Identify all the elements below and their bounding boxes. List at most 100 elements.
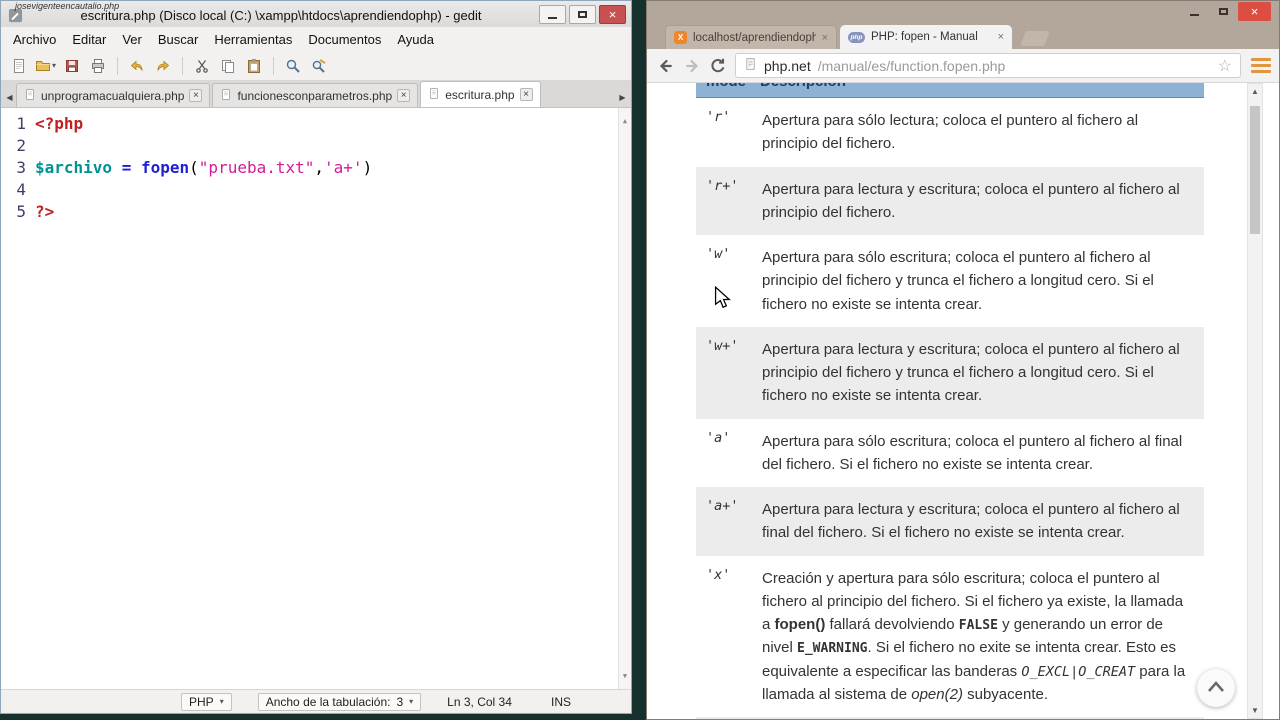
menu-editar[interactable]: Editar (64, 29, 114, 50)
cursor-position: Ln 3, Col 34 (447, 694, 512, 709)
cut-icon[interactable] (190, 54, 214, 78)
minimize-icon (1190, 13, 1199, 16)
text-segment: open(2) (911, 685, 963, 703)
description-cell: Apertura para lectura y escritura; coloc… (748, 167, 1204, 236)
code-line: 4 (1, 179, 631, 201)
maximize-button[interactable] (569, 4, 596, 24)
table-rows: 'r' Apertura para sólo lectura; coloca el… (696, 98, 1204, 719)
language-selector[interactable]: PHP ▾ (181, 692, 232, 711)
scroll-up-icon[interactable]: ▲ (1248, 87, 1262, 96)
redo-icon[interactable] (151, 54, 175, 78)
bookmark-star-icon[interactable]: ☆ (1218, 56, 1232, 76)
code-line: 2 (1, 135, 631, 157)
editor-tab[interactable]: escritura.php × (420, 81, 541, 107)
new-document-icon[interactable] (7, 54, 31, 78)
back-icon[interactable] (655, 55, 677, 77)
menu-herramientas[interactable]: Herramientas (206, 29, 300, 50)
tab-label: unprogramacualquiera.php (41, 88, 185, 103)
code-token: ( (189, 158, 199, 177)
text-segment: Apertura para sólo lectura; coloca el pu… (762, 112, 1139, 153)
language-value: PHP (189, 694, 214, 709)
editor-tab[interactable]: funcionesconparametros.php × (212, 83, 419, 107)
tab-close-icon[interactable]: × (998, 31, 1004, 43)
mode-cell: 'x' (706, 566, 731, 583)
line-number: 5 (16, 202, 26, 221)
code-token: ?> (35, 202, 55, 221)
tab-scroll-left-icon[interactable]: ◀ (3, 87, 16, 107)
table-header: mode Descripción (696, 83, 1204, 98)
table-row: 'a+' Apertura para lectura y escritura; c… (696, 487, 1204, 556)
menu-archivo[interactable]: Archivo (5, 29, 64, 50)
nav-buttons (655, 55, 729, 77)
reload-icon[interactable] (707, 55, 729, 77)
page-scrollbar[interactable]: ▲ ▼ (1247, 83, 1263, 719)
tab-close-icon[interactable]: × (189, 89, 203, 102)
code-line: 1 <?php (1, 113, 631, 135)
text-segment: Apertura para lectura y escritura; coloc… (762, 340, 1180, 405)
forward-icon[interactable] (681, 55, 703, 77)
menu-ayuda[interactable]: Ayuda (389, 29, 442, 50)
browser-tabstrip: Xlocalhost/aprendiendophp × php PHP: fopen … (647, 23, 1279, 49)
scroll-down-icon[interactable]: ▼ (623, 665, 627, 687)
find-replace-icon[interactable] (307, 54, 331, 78)
scrollbar-thumb[interactable] (1250, 106, 1260, 234)
tab-width-selector[interactable]: Ancho de la tabulación: 3 ▾ (257, 692, 422, 711)
menu-ver[interactable]: Ver (114, 29, 150, 50)
scroll-down-icon[interactable]: ▼ (1248, 706, 1262, 715)
chevron-down-icon[interactable]: ▾ (52, 61, 56, 70)
address-bar[interactable]: php.net /manual/es/function.fopen.php ☆ (735, 53, 1241, 78)
code-text: ?> (35, 201, 54, 223)
table-row: 'w+' Apertura para lectura y escritura; c… (696, 326, 1204, 419)
description-cell: Apertura para sólo lectura; coloca el pu… (748, 98, 1204, 167)
scroll-to-top-button[interactable] (1197, 669, 1235, 707)
menu-documentos[interactable]: Documentos (300, 29, 389, 50)
mode-cell: 'a' (706, 429, 731, 446)
table-row: 'r' Apertura para sólo lectura; coloca el… (696, 98, 1204, 167)
code-editor[interactable]: 1 <?php 2 3 $archivo = fopen("prueba.txt",'a… (1, 108, 631, 689)
close-button[interactable]: × (599, 4, 626, 24)
browser-tab[interactable]: Xlocalhost/aprendiendophp × (665, 25, 837, 49)
mode-cell: 'r' (706, 109, 731, 125)
browser-tab[interactable]: php PHP: fopen - Manual × (840, 25, 1012, 49)
find-icon[interactable] (281, 54, 305, 78)
undo-icon[interactable] (125, 54, 149, 78)
scroll-up-icon[interactable]: ▲ (623, 110, 627, 132)
toolbar-separator (182, 56, 184, 75)
new-tab-button[interactable] (1020, 31, 1050, 46)
code-token: 'a+' (324, 158, 363, 177)
code-text: $archivo = fopen("prueba.txt",'a+') (35, 157, 372, 179)
open-file-icon[interactable]: ▾ (33, 54, 58, 78)
minimize-button[interactable] (539, 4, 566, 24)
text-segment: FALSE (958, 618, 998, 633)
tab-close-icon[interactable]: × (519, 88, 533, 101)
line-number: 2 (16, 136, 26, 155)
background-window-title: josevigenteencautalio.php (15, 1, 120, 11)
mode-cell: 'w+' (706, 337, 739, 354)
copy-icon[interactable] (216, 54, 240, 78)
text-segment: fopen() (774, 616, 826, 633)
menu-buscar[interactable]: Buscar (150, 29, 206, 50)
tab-scroll-right-icon[interactable]: ▶ (616, 87, 629, 107)
editor-scrollbar[interactable]: ▲ ▼ (618, 108, 631, 689)
paste-icon[interactable] (242, 54, 266, 78)
browser-titlebar[interactable]: × (647, 1, 1279, 23)
print-icon[interactable] (86, 54, 110, 78)
tab-close-icon[interactable]: × (822, 32, 828, 44)
close-button[interactable]: × (1238, 2, 1271, 21)
save-icon[interactable] (60, 54, 84, 78)
table-row: 'r+' Apertura para lectura y escritura; c… (696, 166, 1204, 236)
menu-hamburger-icon[interactable] (1251, 58, 1271, 73)
description-cell: Apertura para sólo escritura; coloca el … (748, 235, 1204, 327)
minimize-button[interactable] (1180, 2, 1209, 21)
gedit-titlebar[interactable]: josevigenteencautalio.php escritura.php … (1, 1, 631, 27)
tab-label: funcionesconparametros.php (237, 88, 393, 103)
editor-tabs: unprogramacualquiera.php × funcionesconpar… (16, 81, 616, 107)
gedit-toolbar: ▾ (1, 51, 631, 81)
maximize-button[interactable] (1209, 2, 1238, 21)
toolbar-separator (273, 56, 275, 75)
description-cell: Apertura para lectura y escritura; coloc… (748, 327, 1204, 419)
tab-close-icon[interactable]: × (397, 89, 411, 102)
description-cell: Apertura para sólo escritura; coloca el … (748, 419, 1204, 488)
editor-tab[interactable]: unprogramacualquiera.php × (16, 83, 211, 107)
